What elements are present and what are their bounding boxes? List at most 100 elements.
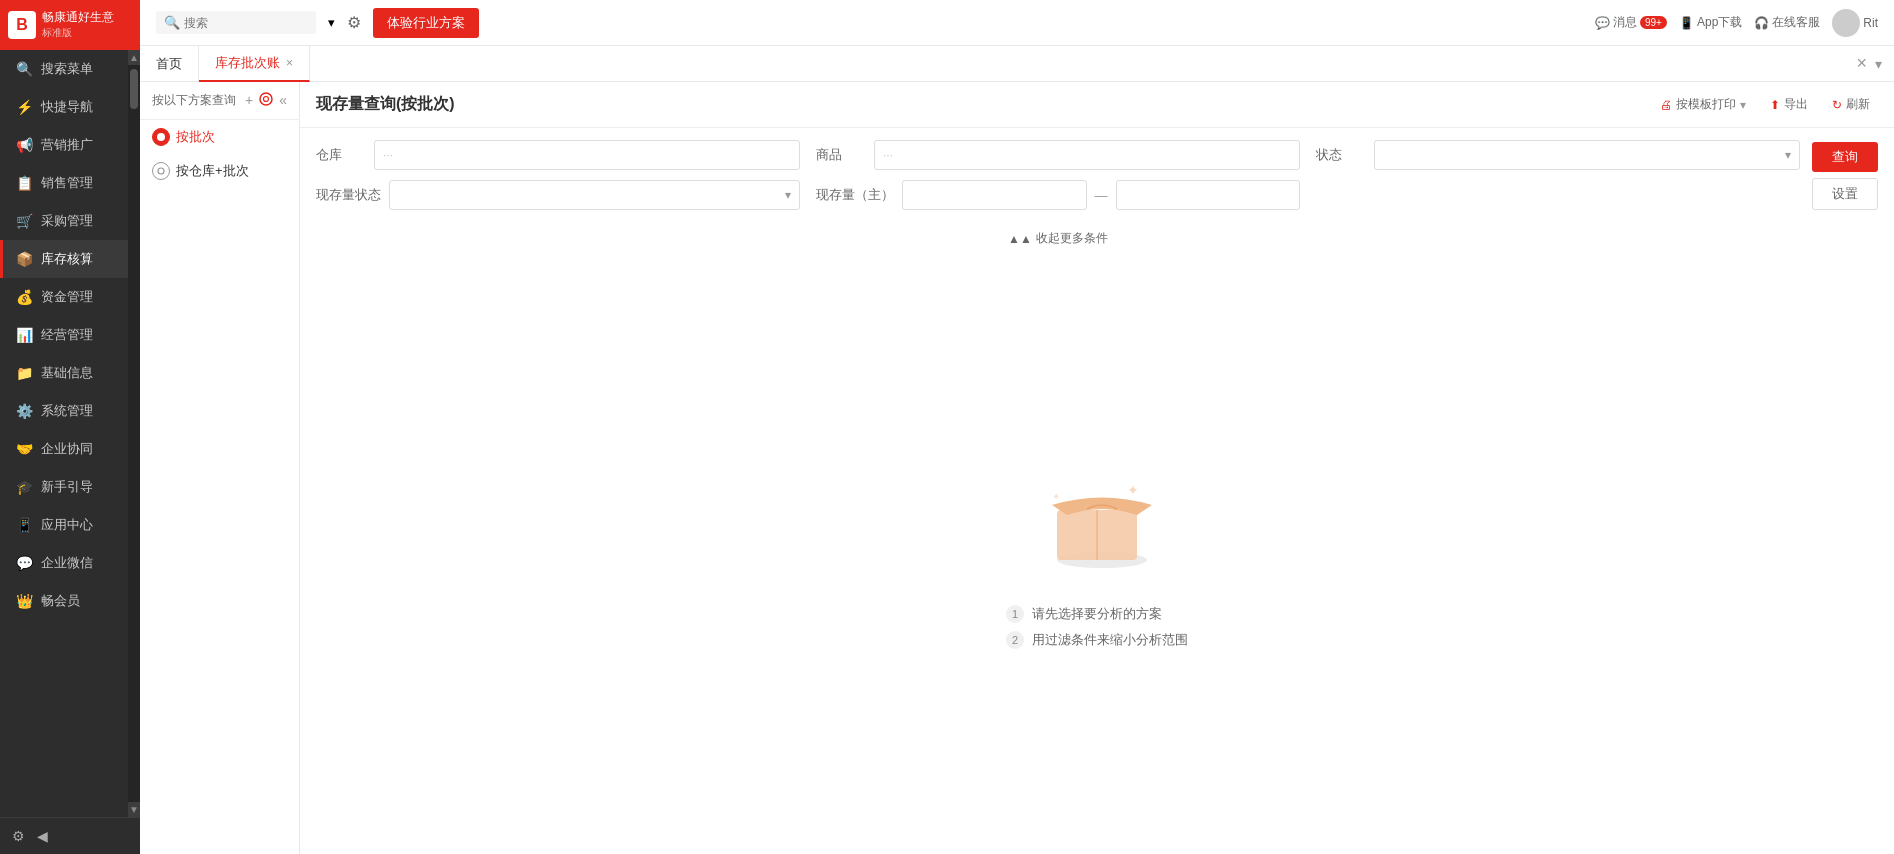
- sidebar-item-wechat[interactable]: 💬 企业微信: [0, 544, 128, 582]
- topbar-actions: 💬 消息 99+ 📱 App下载 🎧 在线客服 Rit: [1595, 9, 1878, 37]
- topbar-settings-icon[interactable]: ⚙: [347, 13, 361, 32]
- topbar-dropdown-icon[interactable]: ▾: [328, 15, 335, 30]
- scheme-warehouse-batch-icon: [152, 162, 170, 180]
- close-page-icon[interactable]: ×: [1856, 53, 1867, 74]
- export-button[interactable]: ⬆ 导出: [1762, 92, 1816, 117]
- toolbar-right: 🖨 按模板打印 ▾ ⬆ 导出 ↻ 刷新: [1652, 92, 1878, 117]
- product-label: 商品: [816, 146, 866, 164]
- stock-amount-min[interactable]: [902, 180, 1087, 210]
- messages-btn[interactable]: 💬 消息 99+: [1595, 14, 1667, 31]
- purchase-icon: 🛒: [15, 212, 33, 230]
- query-button[interactable]: 查询: [1812, 142, 1878, 172]
- user-name: Rit: [1863, 16, 1878, 30]
- sidebar-item-purchase[interactable]: 🛒 采购管理: [0, 202, 128, 240]
- sidebar-item-operations[interactable]: 📊 经营管理: [0, 316, 128, 354]
- online-service-btn[interactable]: 🎧 在线客服: [1754, 14, 1820, 31]
- app-download-label: App下载: [1697, 14, 1742, 31]
- empty-svg: ✦ ✦: [1037, 465, 1167, 575]
- scheme-item-warehouse-batch[interactable]: 按仓库+批次: [140, 154, 299, 188]
- product-filter: 商品 ···: [816, 140, 1300, 170]
- stock-amount-filter: 现存量（主） —: [816, 180, 1300, 210]
- marketing-icon: 📢: [15, 136, 33, 154]
- query-toolbar: 现存量查询(按批次) 🖨 按模板打印 ▾ ⬆ 导出 ↻ 刷新: [300, 82, 1894, 128]
- tabs-bar: 首页 库存批次账 × × ▾: [140, 46, 1894, 82]
- scroll-up-button[interactable]: ▲: [128, 50, 140, 65]
- app-edition: 标准版: [42, 26, 114, 40]
- tab-close-icon[interactable]: ×: [286, 56, 293, 70]
- sidebar-item-operations-label: 经营管理: [41, 326, 93, 344]
- sidebar-item-sales[interactable]: 📋 销售管理: [0, 164, 128, 202]
- sidebar-item-marketing[interactable]: 📢 营销推广: [0, 126, 128, 164]
- scheme-batch-label: 按批次: [176, 128, 215, 146]
- warehouse-input[interactable]: ···: [374, 140, 800, 170]
- print-icon: 🖨: [1660, 98, 1672, 112]
- sidebar-item-finance[interactable]: 💰 资金管理: [0, 278, 128, 316]
- user-area[interactable]: Rit: [1832, 9, 1878, 37]
- sidebar-item-inventory[interactable]: 📦 库存核算: [0, 240, 128, 278]
- add-scheme-icon[interactable]: +: [245, 92, 253, 109]
- svg-text:✦: ✦: [1052, 491, 1060, 502]
- print-button[interactable]: 🖨 按模板打印 ▾: [1652, 92, 1754, 117]
- scroll-thumb: [130, 69, 138, 109]
- print-dropdown-icon[interactable]: ▾: [1740, 98, 1746, 112]
- product-input[interactable]: ···: [874, 140, 1300, 170]
- sidebar-item-apps[interactable]: 📱 应用中心: [0, 506, 128, 544]
- hint-2-text: 用过滤条件来缩小分析范围: [1032, 631, 1188, 649]
- footer-collapse-icon[interactable]: ◀: [37, 828, 48, 844]
- sidebar-item-basic[interactable]: 📁 基础信息: [0, 354, 128, 392]
- topbar-search-input[interactable]: [184, 16, 284, 30]
- stock-status-select[interactable]: ▾: [389, 180, 800, 210]
- scheme-item-batch[interactable]: 按批次: [140, 120, 299, 154]
- scheme-settings-icon[interactable]: [259, 92, 273, 109]
- collapse-conditions-btn[interactable]: ▲▲ 收起更多条件: [1004, 226, 1112, 251]
- filter-row-2: 现存量状态 ▾ 现存量（主） —: [316, 180, 1800, 210]
- page-content: 按以下方案查询 + «: [140, 82, 1894, 854]
- app-download-btn[interactable]: 📱 App下载: [1679, 14, 1742, 31]
- sidebar-item-newbie[interactable]: 🎓 新手引导: [0, 468, 128, 506]
- refresh-icon: ↻: [1832, 98, 1842, 112]
- topbar: 🔍 ▾ ⚙ 体验行业方案 💬 消息 99+ 📱 App下载 🎧 在线客服 Rit: [140, 0, 1894, 46]
- sidebar-item-system[interactable]: ⚙️ 系统管理: [0, 392, 128, 430]
- sidebar-item-quicknav[interactable]: ⚡ 快捷导航: [0, 88, 128, 126]
- collapse-row: ▲▲ 收起更多条件: [316, 220, 1800, 251]
- tab-home[interactable]: 首页: [140, 46, 199, 82]
- sidebar-header: B 畅康通好生意 标准版: [0, 0, 140, 50]
- scroll-down-button[interactable]: ▼: [128, 802, 140, 817]
- empty-state: ✦ ✦ 1 请先选择要分析的方案 2 用过滤条件来缩小分析范围: [300, 259, 1894, 854]
- messages-icon: 💬: [1595, 16, 1610, 30]
- status-dropdown-icon: ▾: [1785, 148, 1791, 162]
- hint-1-text: 请先选择要分析的方案: [1032, 605, 1162, 623]
- scheme-batch-icon: [152, 128, 170, 146]
- settings-button[interactable]: 设置: [1812, 178, 1878, 210]
- stock-amount-max[interactable]: [1116, 180, 1301, 210]
- refresh-button[interactable]: ↻ 刷新: [1824, 92, 1878, 117]
- sidebar: B 畅康通好生意 标准版 🔍 搜索菜单 ⚡ 快捷导航 📢 营销推广 📋 销售: [0, 0, 140, 854]
- download-icon: 📱: [1679, 16, 1694, 30]
- app-logo: B: [8, 11, 36, 39]
- panel-collapse-icon[interactable]: «: [279, 92, 287, 109]
- filter-section: 仓库 ··· 商品 ··· 状态: [300, 128, 1894, 259]
- panel-header-label: 按以下方案查询: [152, 92, 236, 109]
- user-avatar: [1832, 9, 1860, 37]
- more-tabs-icon[interactable]: ▾: [1875, 56, 1882, 72]
- sidebar-item-quicknav-label: 快捷导航: [41, 98, 93, 116]
- panel-header-actions: + «: [245, 92, 287, 109]
- finance-icon: 💰: [15, 288, 33, 306]
- collab-icon: 🤝: [15, 440, 33, 458]
- empty-hints: 1 请先选择要分析的方案 2 用过滤条件来缩小分析范围: [1006, 605, 1188, 649]
- filter-fields: 仓库 ··· 商品 ··· 状态: [316, 140, 1800, 259]
- trial-button[interactable]: 体验行业方案: [373, 8, 479, 38]
- sidebar-item-marketing-label: 营销推广: [41, 136, 93, 154]
- sidebar-item-vip[interactable]: 👑 畅会员: [0, 582, 128, 620]
- main-area: 🔍 ▾ ⚙ 体验行业方案 💬 消息 99+ 📱 App下载 🎧 在线客服 Rit: [140, 0, 1894, 854]
- sidebar-item-search[interactable]: 🔍 搜索菜单: [0, 50, 128, 88]
- tab-inventory-batch[interactable]: 库存批次账 ×: [199, 46, 310, 82]
- page-title: 现存量查询(按批次): [316, 94, 455, 115]
- collapse-label: 收起更多条件: [1036, 230, 1108, 247]
- sidebar-nav: 🔍 搜索菜单 ⚡ 快捷导航 📢 营销推广 📋 销售管理 🛒 采购管理 📦: [0, 50, 128, 817]
- sidebar-item-collab[interactable]: 🤝 企业协同: [0, 430, 128, 468]
- footer-settings-icon[interactable]: ⚙: [12, 828, 25, 844]
- svg-point-1: [264, 97, 269, 102]
- status-select[interactable]: ▾: [1374, 140, 1800, 170]
- hint-2: 2 用过滤条件来缩小分析范围: [1006, 631, 1188, 649]
